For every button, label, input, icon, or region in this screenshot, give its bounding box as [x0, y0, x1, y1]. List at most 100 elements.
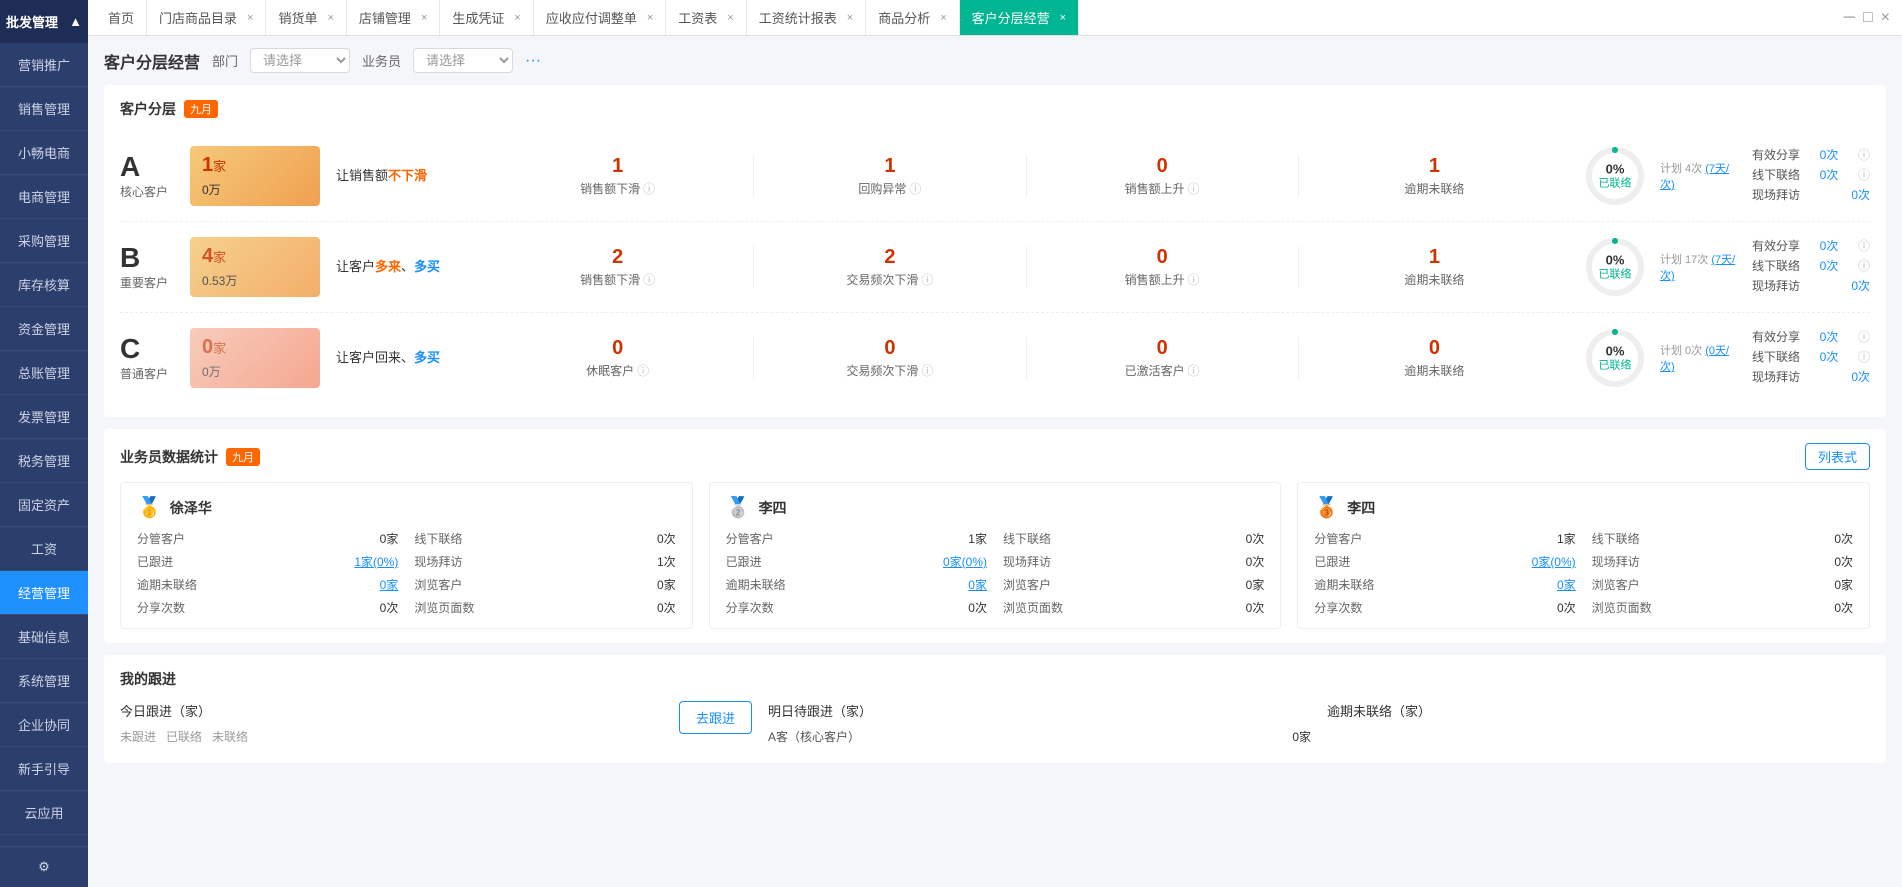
tier-b-stat-0[interactable]: 2 销售额下滑 ⓘ: [482, 246, 754, 288]
tab-store-products[interactable]: 门店商品目录 ×: [147, 0, 266, 36]
sp-stat-2-2: 逾期未联络 0家: [1314, 576, 1575, 593]
tab-payroll-report[interactable]: 工资统计报表 ×: [747, 0, 866, 36]
biz-stats-month: 九月: [226, 448, 260, 466]
tab-product-analysis[interactable]: 商品分析 ×: [866, 0, 959, 36]
sp-overdue-0[interactable]: 0家: [380, 576, 399, 593]
sp-stat-2-1: 已跟进 0家(0%): [1314, 553, 1575, 570]
tab-store-mgmt[interactable]: 店铺管理 ×: [347, 0, 440, 36]
sidebar-collapse-icon[interactable]: ▲: [69, 14, 82, 29]
tier-a-stat-1[interactable]: 1 回购异常 ⓘ: [754, 155, 1026, 197]
sidebar-settings[interactable]: ⚙: [0, 846, 88, 887]
tier-b-stat-1[interactable]: 2 交易频次下滑 ⓘ: [754, 246, 1026, 288]
info-icon-ars1[interactable]: ⓘ: [1858, 166, 1870, 183]
info-icon-crs0[interactable]: ⓘ: [1858, 328, 1870, 345]
sidebar-item-inventory[interactable]: 库存核算: [0, 263, 88, 307]
tab-ar-ap[interactable]: 应收应付调整单 ×: [534, 0, 666, 36]
info-icon-a1[interactable]: ⓘ: [909, 180, 921, 197]
info-icon-brs1[interactable]: ⓘ: [1858, 257, 1870, 274]
info-icon-b1[interactable]: ⓘ: [921, 271, 933, 288]
tier-c-count-block[interactable]: 0家 0万: [190, 328, 320, 388]
tab-close-sales-order[interactable]: ×: [327, 12, 333, 24]
tab-home[interactable]: 首页: [96, 0, 147, 36]
info-icon-c0[interactable]: ⓘ: [637, 362, 649, 379]
sidebar-item-management[interactable]: 经营管理: [0, 571, 88, 615]
sp-followed-2[interactable]: 0家(0%): [1532, 553, 1576, 570]
sidebar-item-ecom-small[interactable]: 小畅电商: [0, 131, 88, 175]
tab-close-ar-ap[interactable]: ×: [647, 12, 653, 24]
info-icon-a0[interactable]: ⓘ: [643, 180, 655, 197]
more-filter-btn[interactable]: ···: [525, 52, 541, 70]
sp-overdue-1[interactable]: 0家: [968, 576, 987, 593]
sp-stat-1-6: 浏览客户 0家: [1003, 576, 1264, 593]
tier-a-plan-link[interactable]: (7天/次): [1660, 163, 1729, 191]
info-icon-brs0[interactable]: ⓘ: [1858, 237, 1870, 254]
tier-c-plan-link[interactable]: (0天/次): [1660, 345, 1729, 373]
tier-c-stat-1[interactable]: 0 交易频次下滑 ⓘ: [754, 337, 1026, 379]
sidebar-item-invoice[interactable]: 发票管理: [0, 395, 88, 439]
tab-close-store-mgmt[interactable]: ×: [421, 12, 427, 24]
tab-close-product-analysis[interactable]: ×: [940, 12, 946, 24]
tab-close-customer-tier[interactable]: ×: [1060, 12, 1066, 24]
info-icon-c1[interactable]: ⓘ: [921, 362, 933, 379]
tab-close-voucher[interactable]: ×: [514, 12, 520, 24]
tier-c-stat-2[interactable]: 0 已激活客户 ⓘ: [1027, 337, 1299, 379]
tab-sales-order[interactable]: 销货单 ×: [266, 0, 346, 36]
sales-select[interactable]: 请选择: [413, 48, 513, 73]
tier-a-stat-2-num: 0: [1035, 155, 1290, 178]
tier-c-stat-0[interactable]: 0 休眠客户 ⓘ: [482, 337, 754, 379]
sp-followed-1[interactable]: 0家(0%): [943, 553, 987, 570]
sidebar-item-cloud[interactable]: 云应用: [0, 791, 88, 835]
tab-maximize-icon[interactable]: □: [1863, 9, 1873, 27]
tab-close-payroll[interactable]: ×: [727, 12, 733, 24]
tier-a-suggestion: 让销售额不下滑: [336, 166, 466, 186]
tier-c-name: 普通客户: [120, 365, 190, 382]
sidebar-item-finance[interactable]: 资金管理: [0, 307, 88, 351]
sidebar-item-ledger[interactable]: 总账管理: [0, 351, 88, 395]
tier-a-stat-3[interactable]: 1 逾期未联络: [1299, 155, 1570, 197]
sidebar-item-salary[interactable]: 工资: [0, 527, 88, 571]
sidebar-item-basic[interactable]: 基础信息: [0, 615, 88, 659]
dept-select[interactable]: 请选择: [250, 48, 350, 73]
tab-close-payroll-report[interactable]: ×: [847, 12, 853, 24]
tab-customer-tier[interactable]: 客户分层经营 ×: [960, 0, 1079, 36]
sidebar-item-collab[interactable]: 企业协同: [0, 703, 88, 747]
tier-b-plan-link[interactable]: (7天/次): [1660, 254, 1735, 282]
info-icon-b0[interactable]: ⓘ: [643, 271, 655, 288]
tab-minimize-icon[interactable]: ─: [1844, 9, 1855, 27]
content-area: 客户分层经营 部门 请选择 业务员 请选择 ··· 客户分层 九月 A 核心客户: [88, 36, 1902, 887]
goto-followup-button[interactable]: 去跟进: [679, 701, 752, 734]
tab-close-all-icon[interactable]: ×: [1881, 9, 1890, 27]
tier-b-stat-2[interactable]: 0 销售额上升 ⓘ: [1027, 246, 1299, 288]
sidebar-item-sales[interactable]: 销售管理: [0, 87, 88, 131]
info-icon-c2[interactable]: ⓘ: [1188, 362, 1200, 379]
sidebar-item-system[interactable]: 系统管理: [0, 659, 88, 703]
sidebar-header[interactable]: 批发管理 ▲: [0, 0, 88, 43]
tab-close-store-products[interactable]: ×: [247, 12, 253, 24]
sidebar-item-purchase[interactable]: 采购管理: [0, 219, 88, 263]
tier-c-stat-3[interactable]: 0 逾期未联络: [1299, 337, 1570, 379]
sp-followed-0[interactable]: 1家(0%): [354, 553, 398, 570]
info-icon-a2[interactable]: ⓘ: [1188, 180, 1200, 197]
tier-b-stat-3[interactable]: 1 逾期未联络: [1299, 246, 1570, 288]
sidebar-item-tax[interactable]: 税务管理: [0, 439, 88, 483]
sidebar: 批发管理 ▲ 营销推广 销售管理 小畅电商 电商管理 采购管理 库存核算 资金管…: [0, 0, 88, 887]
sidebar-item-ecom[interactable]: 电商管理: [0, 175, 88, 219]
list-view-button[interactable]: 列表式: [1805, 443, 1870, 470]
tier-a-count: 1: [202, 154, 213, 176]
sidebar-item-assets[interactable]: 固定资产: [0, 483, 88, 527]
tier-a-count-block[interactable]: 1家 0万: [190, 146, 320, 206]
sp-card-0: 🥇 徐泽华 分管客户 0家 线下联络 0次 已跟进: [120, 482, 693, 629]
tab-payroll[interactable]: 工资表 ×: [666, 0, 746, 36]
sidebar-item-yingxiao[interactable]: 营销推广: [0, 43, 88, 87]
sp-overdue-2[interactable]: 0家: [1557, 576, 1576, 593]
info-icon-crs1[interactable]: ⓘ: [1858, 348, 1870, 365]
tier-c-circle-inner: 0% 已联络: [1599, 344, 1632, 373]
tier-a-stat-0[interactable]: 1 销售额下滑 ⓘ: [482, 155, 754, 197]
sidebar-item-guide[interactable]: 新手引导: [0, 747, 88, 791]
info-icon-b2[interactable]: ⓘ: [1188, 271, 1200, 288]
tier-c-pct: 0%: [1599, 344, 1632, 360]
info-icon-ars0[interactable]: ⓘ: [1858, 146, 1870, 163]
tier-b-count-block[interactable]: 4家 0.53万: [190, 237, 320, 297]
tier-a-stat-2[interactable]: 0 销售额上升 ⓘ: [1027, 155, 1299, 197]
tab-voucher[interactable]: 生成凭证 ×: [440, 0, 533, 36]
